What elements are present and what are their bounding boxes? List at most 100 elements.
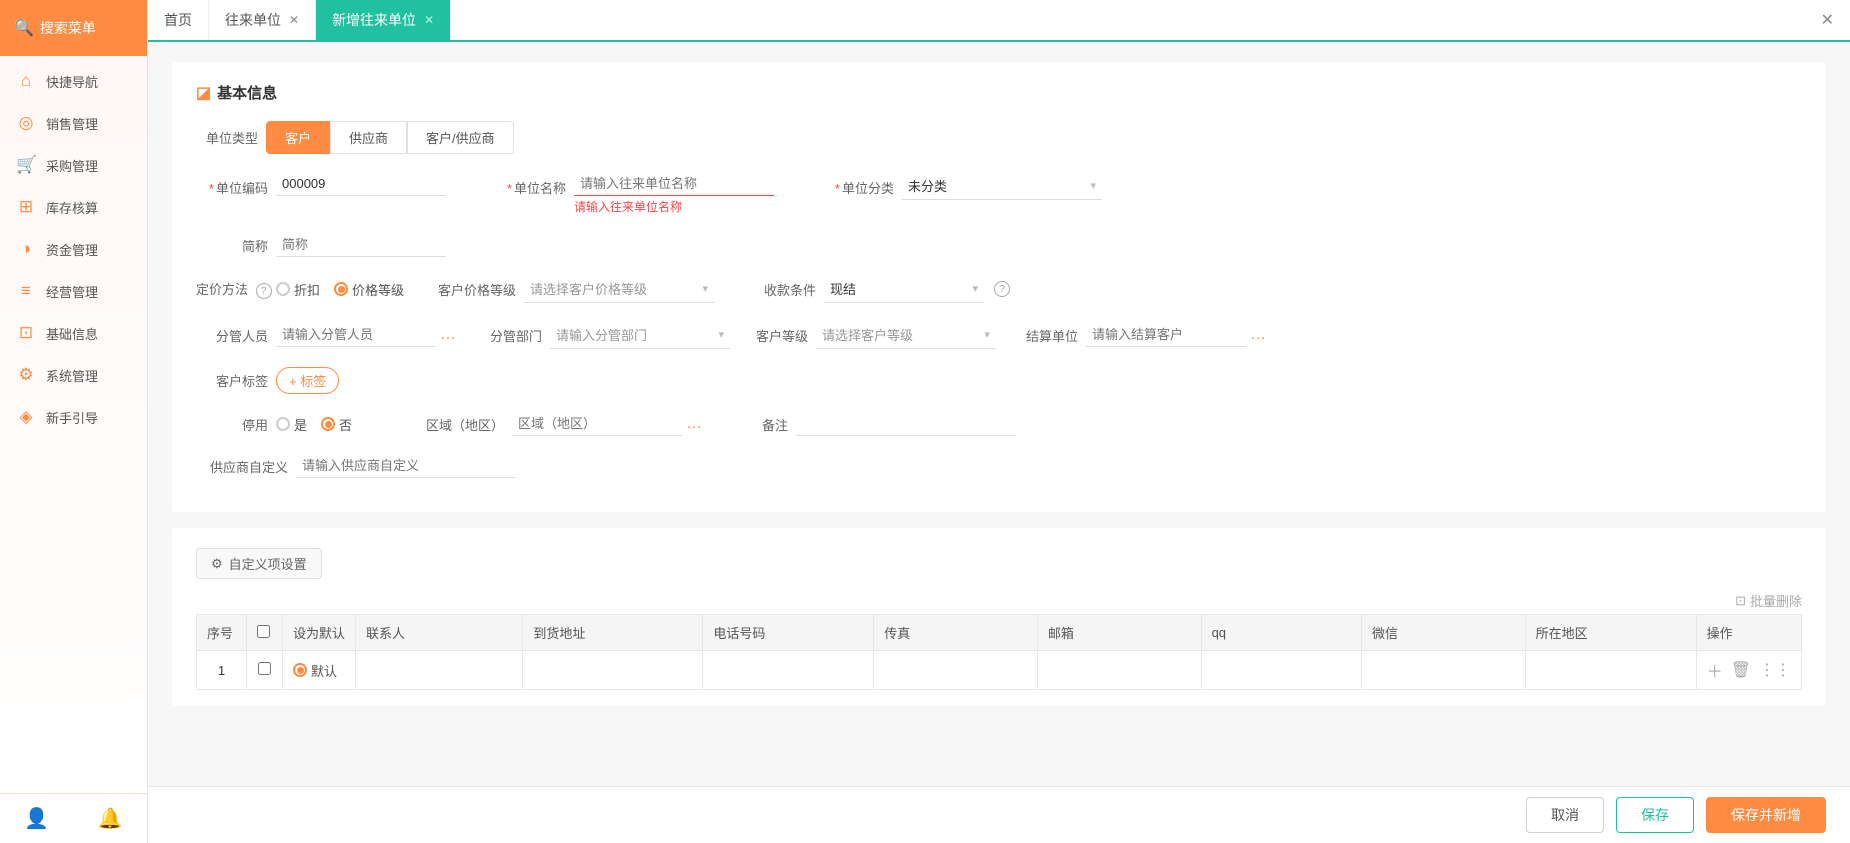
region-more-btn[interactable]: … (682, 415, 706, 433)
manager-row: 分管人员 … 分管部门 请输入分管部门 ▾ 客户等级 请选择客户等级 ▾ 结算单… (196, 321, 1802, 349)
system-icon: ⚙ (16, 365, 36, 385)
save-new-button[interactable]: 保存并新增 (1706, 797, 1826, 833)
custom-settings-label: 自定义项设置 (229, 554, 307, 573)
radio-disabled-yes[interactable]: 是 (276, 415, 307, 434)
row-address[interactable] (523, 651, 703, 690)
remarks-input[interactable] (796, 412, 1016, 436)
region-label: 区域（地区） (412, 415, 512, 434)
tab-partner-list-close[interactable]: ✕ (289, 13, 299, 27)
sidebar-item-purchase[interactable]: 🛒采购管理 (0, 144, 147, 186)
batch-delete-icon: ⊡ (1735, 593, 1746, 609)
tab-add-partner-label: 新增往来单位 (332, 10, 416, 30)
sidebar-item-system[interactable]: ⚙系统管理 (0, 354, 147, 396)
cancel-button[interactable]: 取消 (1526, 797, 1604, 833)
col-region: 所在地区 (1525, 615, 1696, 651)
radio-disabled-no[interactable]: 否 (321, 415, 352, 434)
contact-input[interactable] (366, 659, 512, 682)
btn-type-supplier[interactable]: 供应商 (330, 121, 407, 154)
add-row-icon[interactable]: ＋ (1707, 658, 1723, 682)
tab-add-partner-close[interactable]: ✕ (424, 13, 434, 27)
sidebar-item-inventory[interactable]: ⊞库存核算 (0, 186, 147, 228)
unit-code-input[interactable] (276, 172, 446, 196)
unit-type-group: 客户 供应商 客户/供应商 (266, 121, 514, 154)
row-fax[interactable] (874, 651, 1038, 690)
unit-name-input[interactable] (574, 172, 774, 196)
delete-row-icon[interactable]: 🗑 (1731, 660, 1751, 680)
tab-bar-close[interactable]: ✕ (1805, 10, 1850, 30)
select-all-checkbox[interactable] (257, 625, 270, 638)
manager-more-btn[interactable]: … (436, 326, 460, 344)
row-region[interactable] (1525, 651, 1696, 690)
radio-price-level[interactable]: 价格等级 (334, 280, 404, 299)
sidebar-item-basic-info[interactable]: ⊡基础信息 (0, 312, 147, 354)
tab-partner-list[interactable]: 往来单位 ✕ (209, 0, 316, 40)
manager-input[interactable] (276, 323, 436, 347)
price-level-placeholder: 请选择客户价格等级 (530, 279, 647, 298)
pricing-method-label: 定价方法 ? (196, 279, 276, 300)
tab-add-partner[interactable]: 新增往来单位 ✕ (316, 0, 451, 40)
col-action: 操作 (1696, 615, 1801, 651)
user-icon[interactable]: 👤 (16, 802, 57, 835)
drag-icon[interactable]: ⋮⋮ (1759, 660, 1791, 680)
price-level-select[interactable]: 请选择客户价格等级 ▾ (524, 275, 714, 303)
section-icon: ◪ (196, 83, 211, 103)
payment-terms-label: 收款条件 (754, 280, 824, 299)
unit-name-label: *单位名称 (494, 172, 574, 197)
batch-delete-label[interactable]: 批量删除 (1750, 591, 1802, 610)
shortname-input[interactable] (276, 233, 446, 257)
payment-terms-help-icon[interactable]: ? (994, 281, 1010, 297)
search-menu-button[interactable]: 🔍 搜索菜单 (0, 10, 147, 46)
sidebar-item-label-new-guide: 新手引导 (46, 408, 98, 427)
unit-category-select[interactable]: 未分类 ▾ (902, 172, 1102, 200)
department-select[interactable]: 请输入分管部门 ▾ (550, 321, 730, 349)
settlement-more-btn[interactable]: … (1246, 326, 1270, 344)
row-wechat[interactable] (1362, 651, 1526, 690)
basic-info-card: ◪ 基本信息 单位类型 客户 供应商 客户/供应商 *单位编码 (172, 62, 1826, 512)
row-email[interactable] (1037, 651, 1201, 690)
sidebar-item-operations[interactable]: ≡经营管理 (0, 270, 147, 312)
customer-level-select[interactable]: 请选择客户等级 ▾ (816, 321, 996, 349)
pricing-help-icon[interactable]: ? (256, 283, 272, 299)
supplier-custom-row: 供应商自定义 (196, 454, 1802, 478)
supplier-custom-input[interactable] (296, 454, 516, 478)
add-tag-label: + 标签 (289, 371, 326, 390)
pricing-row: 定价方法 ? 折扣 价格等级 客户价格等级 请选择客户价格等级 (196, 275, 1802, 303)
custom-settings-button[interactable]: ⚙ 自定义项设置 (196, 548, 322, 579)
row-index: 1 (197, 651, 247, 690)
wechat-input[interactable] (1372, 659, 1515, 682)
email-input[interactable] (1048, 659, 1191, 682)
row-qq[interactable] (1201, 651, 1361, 690)
radio-price-level-circle (334, 282, 348, 296)
sidebar-item-sales[interactable]: ◎销售管理 (0, 102, 147, 144)
sidebar-item-new-guide[interactable]: ◈新手引导 (0, 396, 147, 438)
shortname-row: 简称 (196, 233, 1802, 257)
sidebar-item-finance[interactable]: ◑资金管理 (0, 228, 147, 270)
payment-terms-select[interactable]: 现结 ▾ (824, 275, 984, 303)
phone-input[interactable] (713, 659, 863, 682)
radio-discount[interactable]: 折扣 (276, 280, 320, 299)
col-email: 邮箱 (1037, 615, 1201, 651)
fax-input[interactable] (884, 659, 1027, 682)
tab-home-label: 首页 (164, 10, 192, 30)
tab-home[interactable]: 首页 (148, 0, 209, 40)
row-default-radio[interactable]: 默认 (293, 661, 345, 680)
qq-input[interactable] (1212, 659, 1351, 682)
bell-icon[interactable]: 🔔 (90, 802, 131, 835)
sidebar-item-quick-nav[interactable]: ⌂快捷导航 (0, 60, 147, 102)
btn-type-customer[interactable]: 客户 (266, 121, 330, 154)
tab-bar: 首页 往来单位 ✕ 新增往来单位 ✕ ✕ (148, 0, 1850, 42)
customer-tag-label: 客户标签 (196, 371, 276, 390)
region-input[interactable] (512, 412, 682, 436)
row-region-input[interactable] (1536, 659, 1686, 682)
save-button[interactable]: 保存 (1616, 797, 1694, 833)
row-action-group: ＋ 🗑 ⋮⋮ (1707, 658, 1791, 682)
btn-type-both[interactable]: 客户/供应商 (407, 121, 514, 154)
row-contact[interactable] (356, 651, 523, 690)
row-phone[interactable] (703, 651, 874, 690)
add-tag-button[interactable]: + 标签 (276, 367, 339, 394)
row-checkbox[interactable] (258, 662, 271, 675)
sidebar-item-label-quick-nav: 快捷导航 (46, 72, 98, 91)
address-input[interactable] (533, 659, 692, 682)
search-menu-label: 搜索菜单 (40, 18, 96, 38)
settlement-input[interactable] (1086, 323, 1246, 347)
